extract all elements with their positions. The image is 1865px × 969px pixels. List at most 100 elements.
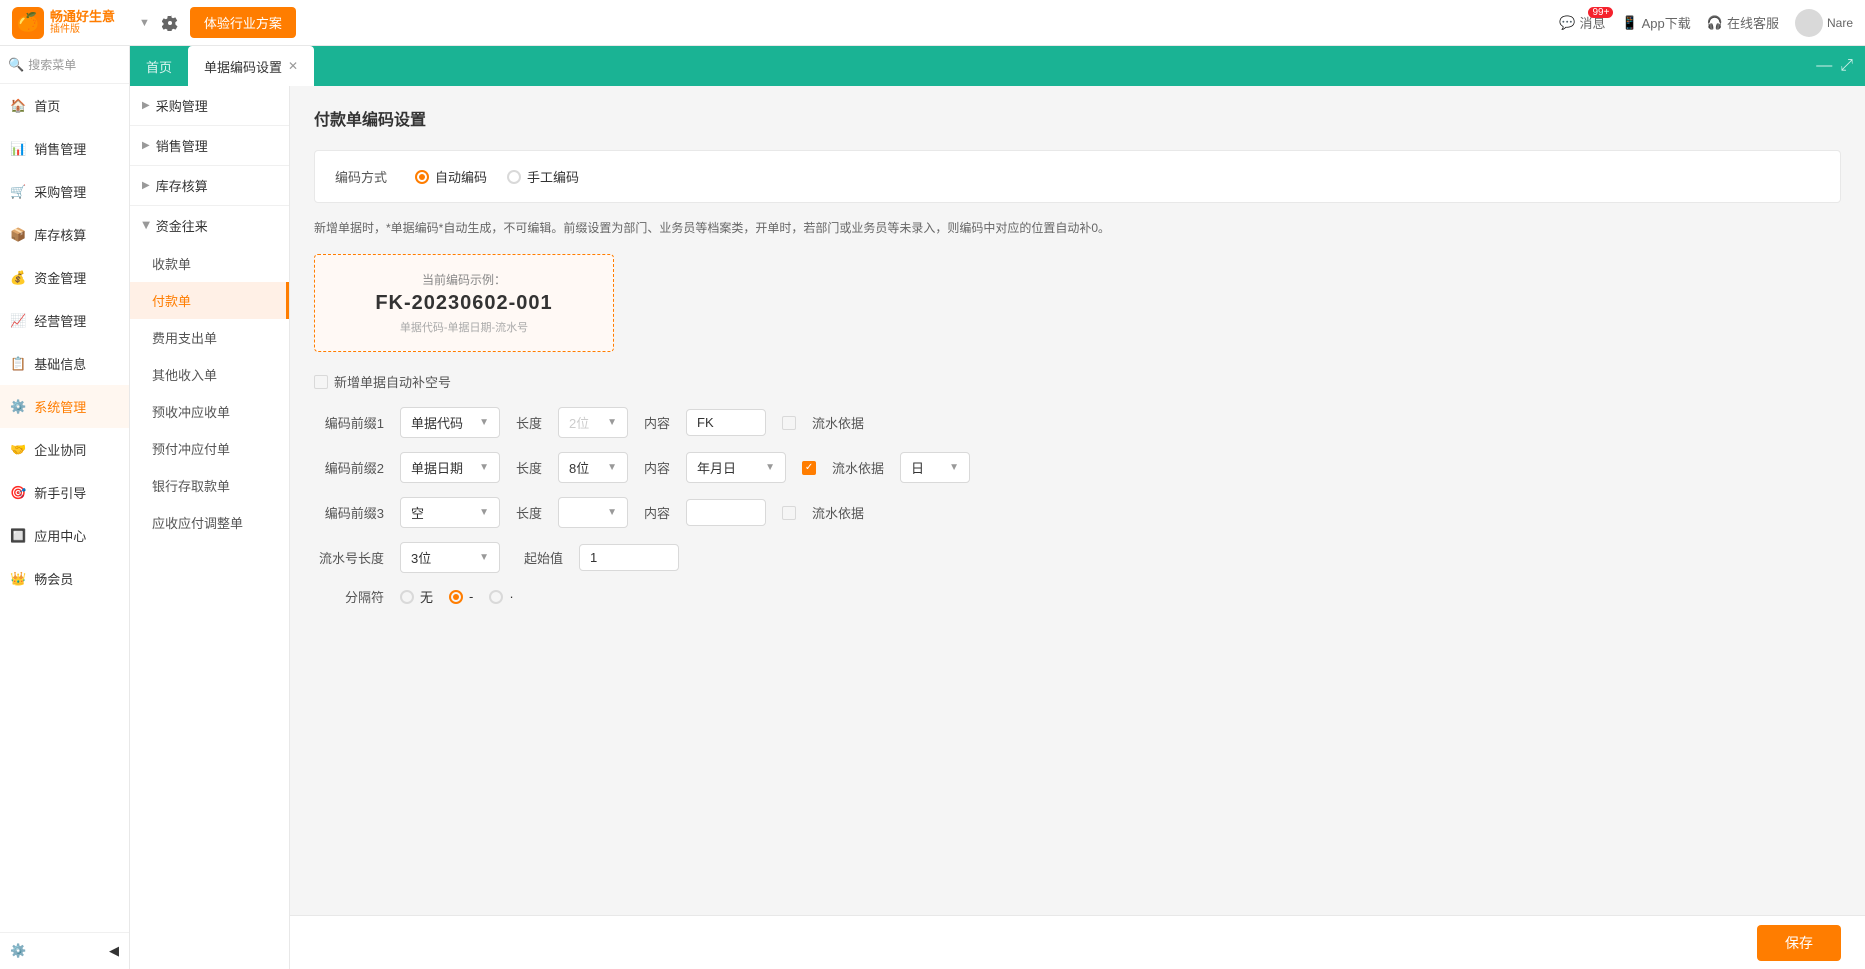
prefix2-length-arrow: ▼ (607, 462, 617, 473)
coding-method-label: 编码方式 (335, 167, 387, 186)
apps-icon: 🔲 (10, 528, 26, 544)
search-icon: 🔍 (8, 57, 24, 73)
prefix2-select[interactable]: 单据日期 ▼ (400, 452, 500, 483)
download-btn[interactable]: 📱 App下载 (1621, 13, 1690, 32)
settings-icon-btn[interactable] (156, 9, 184, 37)
prefix1-length-select[interactable]: 2位 ▼ (558, 407, 628, 438)
collapse-icon[interactable]: ◀ (109, 943, 119, 959)
sub-menu-item-prepay-recv[interactable]: 预收冲应收单 (130, 393, 289, 430)
code-preview-sub: 单据代码-单据日期-流水号 (335, 319, 593, 335)
finance-icon: 💰 (10, 270, 26, 286)
sub-menu-purchase[interactable]: ▶ 采购管理 (130, 86, 289, 125)
top-bar-nav: ▼ 体验行业方案 (139, 7, 296, 38)
prefix1-length-label: 长度 (516, 413, 542, 432)
prefix3-row: 编码前缀3 空 ▼ 长度 ▼ 内容 流水依据 (314, 497, 1841, 528)
user-info[interactable]: Nare (1795, 9, 1853, 37)
sub-menu-item-bank-deposit[interactable]: 银行存取款单 (130, 467, 289, 504)
prefix2-content-select[interactable]: 年月日 ▼ (686, 452, 786, 483)
prefix3-serial-checkbox[interactable] (782, 506, 796, 520)
manual-coding-radio[interactable]: 手工编码 (507, 167, 579, 186)
prefix1-serial-checkbox[interactable] (782, 416, 796, 430)
start-value-input[interactable] (579, 544, 679, 571)
sub-menu-item-prepay-pay[interactable]: 预付冲应付单 (130, 430, 289, 467)
prefix3-length-label: 长度 (516, 503, 542, 522)
prefix3-content-label: 内容 (644, 503, 670, 522)
tab-minimize-icon[interactable]: — (1816, 57, 1832, 75)
brand-text: 畅通好生意 插件版 (50, 9, 115, 37)
serial-length-select[interactable]: 3位 ▼ (400, 542, 500, 573)
coding-method-radio-group: 编码方式 自动编码 手工编码 (335, 167, 1820, 186)
tab-close-icon[interactable]: ✕ (288, 59, 298, 73)
sidebar-item-purchase[interactable]: 🛒 采购管理 (0, 170, 129, 213)
prefix1-serial-label: 流水依据 (812, 413, 864, 432)
trial-btn[interactable]: 体验行业方案 (190, 7, 296, 38)
member-icon: 👑 (10, 571, 26, 587)
tab-coding-setting[interactable]: 单据编码设置 ✕ (188, 46, 314, 86)
sub-menu-group-purchase: ▶ 采购管理 (130, 86, 289, 125)
sub-menu-item-payable-adj[interactable]: 应收应付调整单 (130, 504, 289, 541)
prefix3-content-input[interactable] (686, 499, 766, 526)
sidebar-item-operations[interactable]: 📈 经营管理 (0, 299, 129, 342)
prefix1-row: 编码前缀1 单据代码 ▼ 长度 2位 ▼ 内容 流水依据 (314, 407, 1841, 438)
sub-menu-item-expense[interactable]: 费用支出单 (130, 319, 289, 356)
sidebar-search[interactable]: 🔍 搜索菜单 (0, 46, 129, 84)
sidebar-item-inventory[interactable]: 📦 库存核算 (0, 213, 129, 256)
auto-fill-checkbox[interactable] (314, 375, 328, 389)
start-value-label: 起始值 (524, 548, 563, 567)
prefix1-select[interactable]: 单据代码 ▼ (400, 407, 500, 438)
settings-bottom-icon[interactable]: ⚙️ (10, 943, 26, 959)
auto-coding-radio[interactable]: 自动编码 (415, 167, 487, 186)
sep-none-radio[interactable]: 无 (400, 587, 433, 606)
sub-menu-item-payment[interactable]: 付款单 (130, 282, 289, 319)
sidebar-item-basic[interactable]: 📋 基础信息 (0, 342, 129, 385)
purchase-icon: 🛒 (10, 184, 26, 200)
bottom-bar: 保存 (290, 915, 1865, 969)
guide-icon: 🎯 (10, 485, 26, 501)
prefix2-serial-checkbox[interactable]: ✓ (802, 461, 816, 475)
sidebar-item-finance[interactable]: 💰 资金管理 (0, 256, 129, 299)
basic-icon: 📋 (10, 356, 26, 372)
save-btn[interactable]: 保存 (1757, 925, 1841, 961)
tab-expand-icon[interactable]: ⤢ (1840, 57, 1853, 75)
chevron-down-icon: ▶ (140, 222, 151, 230)
serial-length-arrow: ▼ (479, 552, 489, 563)
inner-layout: ▶ 采购管理 ▶ 销售管理 ▶ 库存核算 (130, 86, 1865, 969)
prefix2-length-select[interactable]: 8位 ▼ (558, 452, 628, 483)
sidebar-item-apps[interactable]: 🔲 应用中心 (0, 514, 129, 557)
enterprise-icon: 🤝 (10, 442, 26, 458)
sidebar-item-home[interactable]: 🏠 首页 (0, 84, 129, 127)
prefix3-length-arrow: ▼ (607, 507, 617, 518)
prefix2-row: 编码前缀2 单据日期 ▼ 长度 8位 ▼ 内容 年月日 (314, 452, 1841, 483)
prefix3-length-select[interactable]: ▼ (558, 497, 628, 528)
sidebar-item-member[interactable]: 👑 畅会员 (0, 557, 129, 600)
service-btn[interactable]: 🎧 在线客服 (1707, 13, 1779, 32)
prefix3-select[interactable]: 空 ▼ (400, 497, 500, 528)
tab-home[interactable]: 首页 (130, 46, 188, 86)
sep-dash-radio[interactable]: - (449, 589, 473, 604)
sub-menu-capital[interactable]: ▶ 资金往来 (130, 206, 289, 245)
serial-row: 流水号长度 3位 ▼ 起始值 (314, 542, 1841, 573)
sub-menu-group-sales: ▶ 销售管理 (130, 126, 289, 165)
sub-menu-sales[interactable]: ▶ 销售管理 (130, 126, 289, 165)
sidebar-item-sales[interactable]: 📊 销售管理 (0, 127, 129, 170)
top-bar: 🍊 畅通好生意 插件版 ▼ 体验行业方案 💬 消息 99+ 📱 App下载 (0, 0, 1865, 46)
prefix1-length-arrow: ▼ (607, 417, 617, 428)
sidebar-item-enterprise[interactable]: 🤝 企业协同 (0, 428, 129, 471)
message-icon: 💬 (1559, 15, 1575, 31)
brand-title: 畅通好生意 (50, 9, 115, 25)
code-preview-value: FK-20230602-001 (335, 292, 593, 315)
prefix1-content-input[interactable] (686, 409, 766, 436)
sidebar-bottom: ⚙️ ◀ (0, 932, 129, 969)
sub-menu-inventory[interactable]: ▶ 库存核算 (130, 166, 289, 205)
message-btn[interactable]: 💬 消息 99+ (1559, 13, 1605, 32)
auto-coding-radio-circle (415, 170, 429, 184)
sep-dot-radio[interactable]: · (489, 589, 513, 604)
sidebar-item-system[interactable]: ⚙️ 系统管理 (0, 385, 129, 428)
prefix3-select-arrow: ▼ (479, 507, 489, 518)
chevron-right-icon-sales: ▶ (142, 140, 150, 151)
prefix2-serial-unit-select[interactable]: 日 ▼ (900, 452, 970, 483)
sub-menu-item-receipt[interactable]: 收款单 (130, 245, 289, 282)
sidebar-item-newguide[interactable]: 🎯 新手引导 (0, 471, 129, 514)
sub-menu-item-other-income[interactable]: 其他收入单 (130, 356, 289, 393)
nav-dropdown[interactable]: ▼ (139, 17, 150, 29)
